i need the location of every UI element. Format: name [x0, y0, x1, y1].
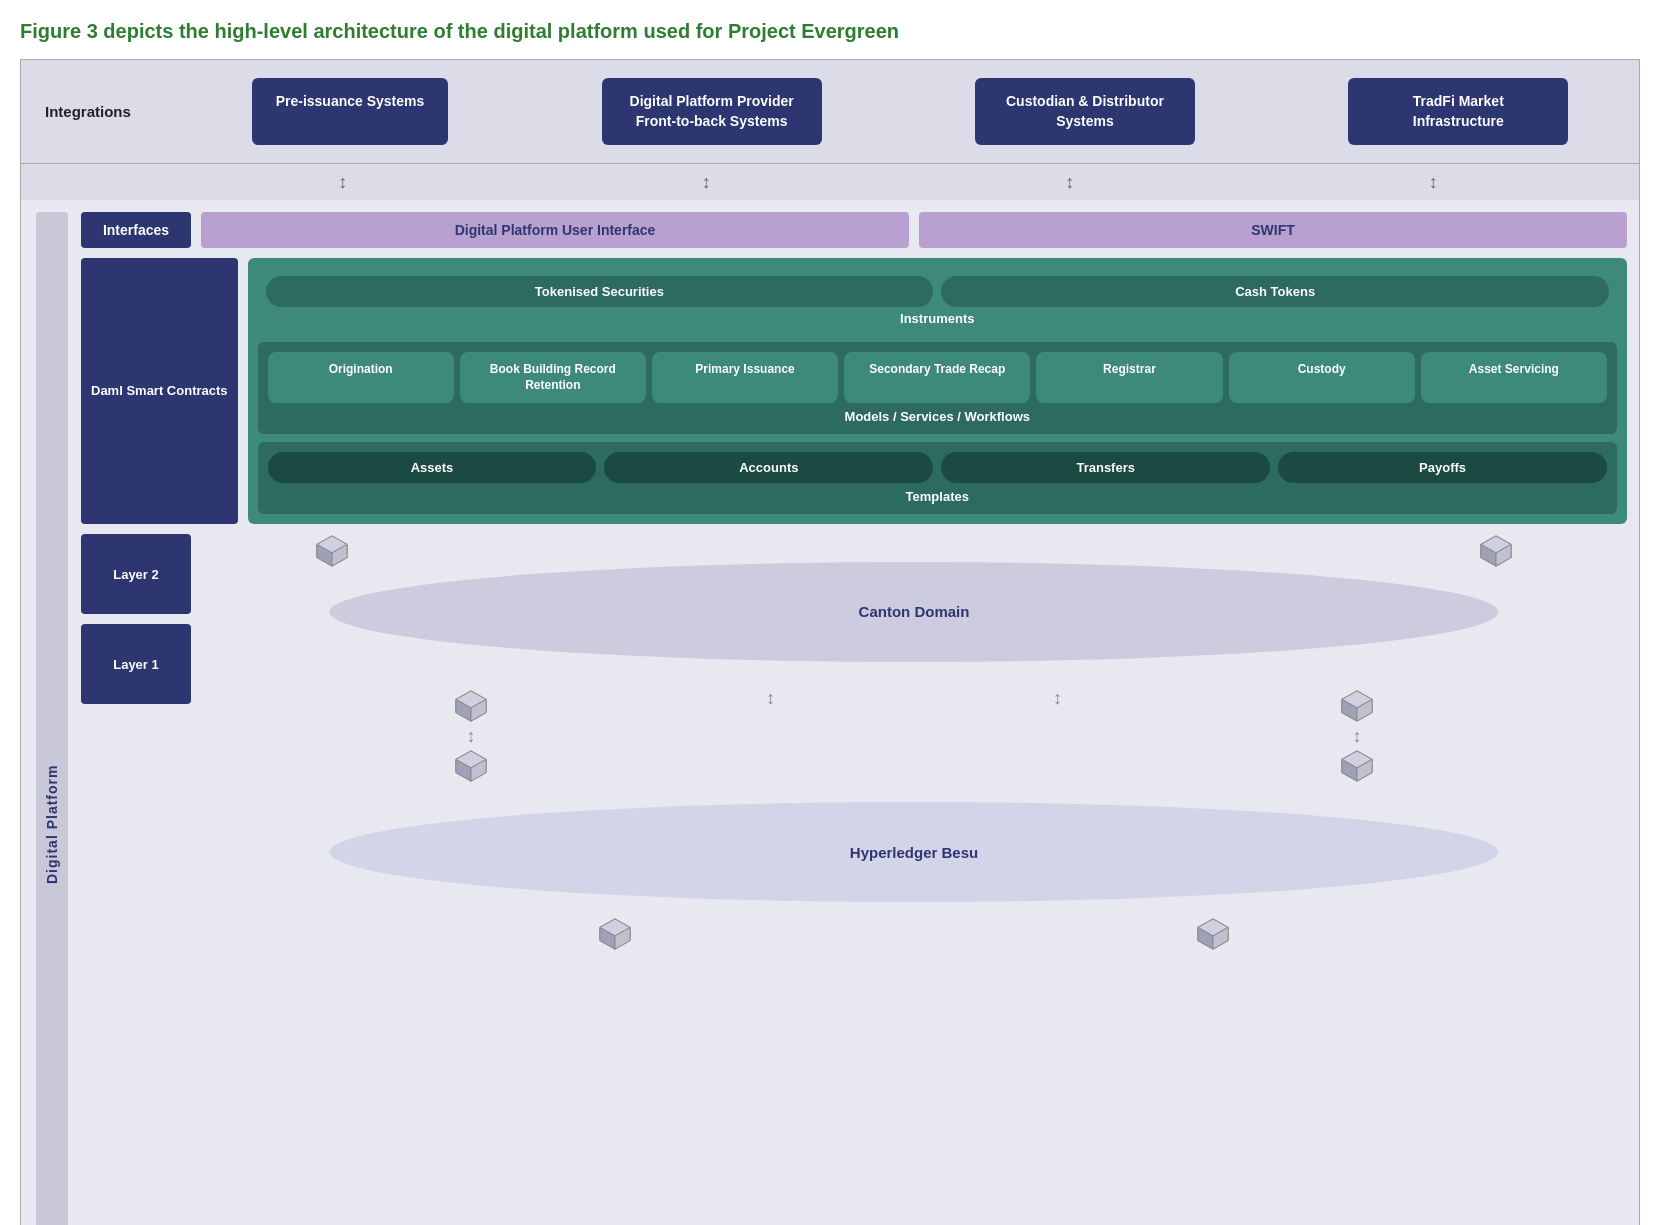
bottom-cubes-row — [201, 917, 1627, 955]
vertical-label-col: Digital Platform — [33, 212, 71, 1225]
templates-label: Templates — [268, 489, 1607, 504]
instruments-section: Tokenised Securities Cash Tokens Instrum… — [258, 268, 1617, 334]
accounts-item: Accounts — [604, 452, 933, 483]
msw-top: Origination Book Building Record Retenti… — [268, 352, 1607, 403]
besu-label: Hyperledger Besu — [850, 844, 978, 861]
layers-visual: Canton Domain ↕ — [201, 534, 1627, 955]
middle-cubes-right: ↕ — [1053, 689, 1062, 707]
msw-section: Origination Book Building Record Retenti… — [258, 342, 1617, 434]
integrations-row: Integrations Pre-issuance Systems Digita… — [21, 60, 1639, 164]
middle-cubes-left: ↕ — [454, 689, 488, 783]
arrow-1: ↕ — [338, 172, 347, 193]
instruments-label: Instruments — [266, 311, 1609, 326]
layers-section: Layer 2 Layer 1 — [81, 534, 1627, 955]
middle-cubes-center: ↕ — [766, 689, 775, 707]
templates-top: Assets Accounts Transfers Payoffs — [268, 452, 1607, 483]
besu-area: Hyperledger Besu — [201, 787, 1627, 917]
transfers-item: Transfers — [941, 452, 1270, 483]
registrar-item: Registrar — [1036, 352, 1222, 403]
middle-cubes-farright: ↕ — [1340, 689, 1374, 783]
templates-section: Assets Accounts Transfers Payoffs Templa… — [258, 442, 1617, 514]
interfaces-row: Interfaces Digital Platform User Interfa… — [81, 212, 1627, 248]
figure-title: Figure 3 depicts the high-level architec… — [20, 20, 1640, 43]
custodian-distributor-box: Custodian & Distributor Systems — [975, 78, 1195, 145]
canton-area: Canton Domain — [201, 534, 1627, 689]
custody-item: Custody — [1229, 352, 1415, 403]
digital-platform-label: Digital Platform — [36, 212, 68, 1225]
arrow-2: ↕ — [702, 172, 711, 193]
book-building-item: Book Building Record Retention — [460, 352, 646, 403]
primary-issuance-item: Primary Issuance — [652, 352, 838, 403]
right-content: Interfaces Digital Platform User Interfa… — [81, 212, 1627, 1225]
asset-servicing-item: Asset Servicing — [1421, 352, 1607, 403]
arrow-right: ↕ — [1053, 689, 1062, 707]
main-area: Digital Platform Interfaces Digital Plat… — [21, 200, 1639, 1225]
architecture-diagram: Integrations Pre-issuance Systems Digita… — [20, 59, 1640, 1225]
tokenised-box: Tokenised Securities — [266, 276, 934, 307]
arrow-center: ↕ — [766, 689, 775, 707]
daml-row: Daml Smart Contracts Tokenised Securitie… — [81, 258, 1627, 524]
integration-boxes: Pre-issuance Systems Digital Platform Pr… — [205, 78, 1615, 145]
arrow-farright: ↕ — [1352, 727, 1361, 745]
middle-cubes-row: ↕ ↕ ↕ — [201, 689, 1627, 783]
tradfi-box: TradFi Market Infrastructure — [1348, 78, 1568, 145]
assets-item: Assets — [268, 452, 597, 483]
swift-box: SWIFT — [919, 212, 1627, 248]
digital-platform-ui-box: Digital Platform User Interface — [201, 212, 909, 248]
arrow-4: ↕ — [1429, 172, 1438, 193]
layer2-box: Layer 2 — [81, 534, 191, 614]
interfaces-box: Interfaces — [81, 212, 191, 248]
instruments-top: Tokenised Securities Cash Tokens — [266, 276, 1609, 307]
msw-label: Models / Services / Workflows — [268, 409, 1607, 424]
daml-content: Tokenised Securities Cash Tokens Instrum… — [248, 258, 1627, 524]
layers-left: Layer 2 Layer 1 — [81, 534, 191, 955]
layer1-box: Layer 1 — [81, 624, 191, 704]
arrow-3: ↕ — [1065, 172, 1074, 193]
origination-item: Origination — [268, 352, 454, 403]
cube-topleft-canton — [315, 534, 349, 572]
integrations-label: Integrations — [45, 103, 165, 120]
canton-label: Canton Domain — [859, 603, 970, 620]
arrows-row: ↕ ↕ ↕ ↕ — [21, 164, 1639, 200]
daml-box: Daml Smart Contracts — [81, 258, 238, 524]
cube-topright-canton — [1479, 534, 1513, 572]
pre-issuance-box: Pre-issuance Systems — [252, 78, 449, 145]
arrow-left: ↕ — [467, 727, 476, 745]
secondary-trade-item: Secondary Trade Recap — [844, 352, 1030, 403]
bottom-cube-right — [1196, 917, 1230, 955]
cash-tokens-box: Cash Tokens — [941, 276, 1609, 307]
digital-platform-provider-box: Digital Platform Provider Front-to-back … — [602, 78, 822, 145]
bottom-cube-left — [598, 917, 632, 955]
payoffs-item: Payoffs — [1278, 452, 1607, 483]
